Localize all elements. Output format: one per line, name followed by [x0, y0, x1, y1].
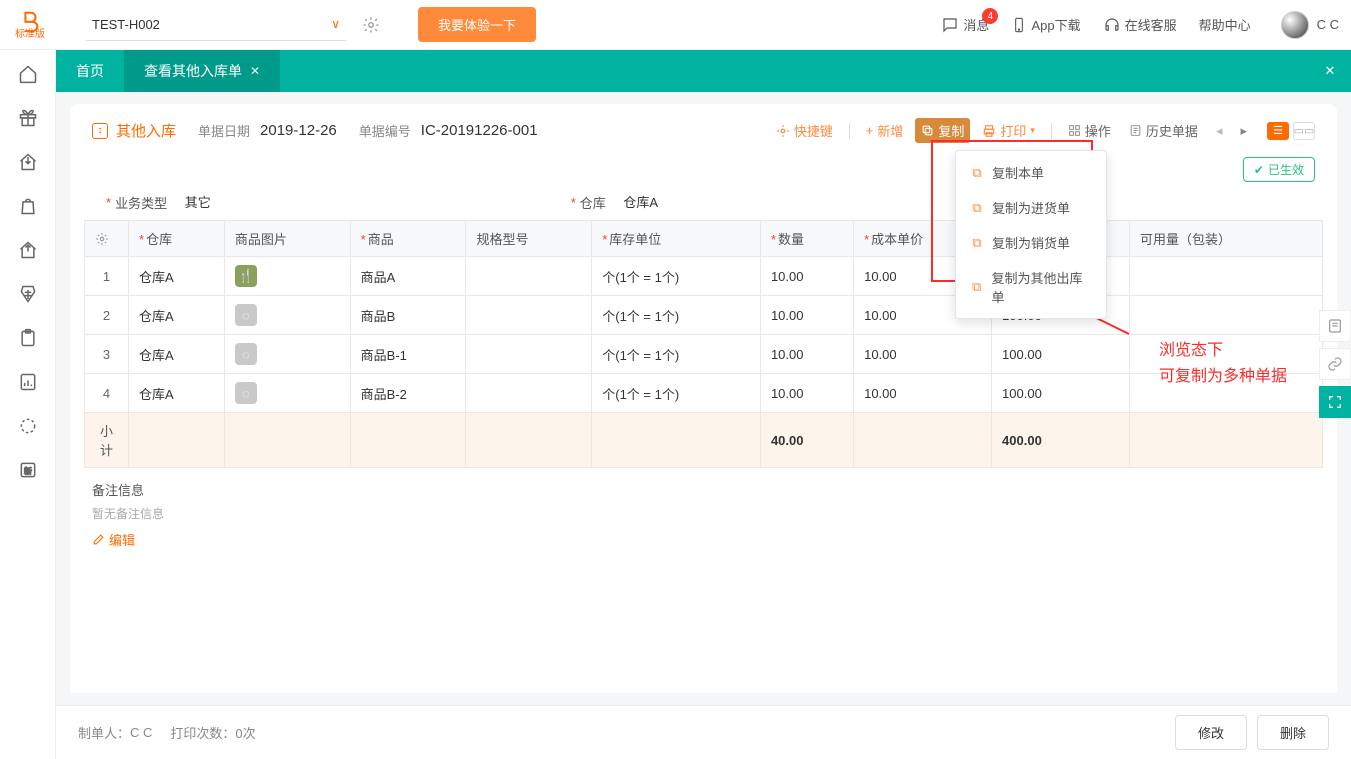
chevron-down-icon: ▾	[1030, 125, 1035, 136]
product-thumb: ◌	[235, 343, 257, 365]
logo: 标准版	[12, 7, 48, 43]
prev-button[interactable]: ◂	[1210, 120, 1229, 142]
col-qty: *数量	[760, 221, 853, 257]
subtotal-row: 小计 40.00 400.00	[85, 413, 1323, 468]
product-thumb: ◌	[235, 304, 257, 326]
add-button[interactable]: + 新增	[860, 118, 910, 143]
chat-icon	[941, 16, 959, 34]
col-spec: 规格型号	[466, 221, 592, 257]
col-warehouse: *仓库	[129, 221, 225, 257]
org-name: TEST-H002	[92, 17, 160, 32]
sidebar: 新	[0, 50, 56, 759]
tool-note-icon[interactable]	[1319, 310, 1351, 342]
dd-copy-this[interactable]: ⧉复制本单	[956, 155, 1106, 190]
bag-icon[interactable]	[18, 196, 38, 216]
copy-button[interactable]: 复制	[915, 118, 970, 143]
home-icon[interactable]	[18, 64, 38, 84]
delete-button[interactable]: 删除	[1257, 715, 1329, 750]
print-icon	[982, 124, 996, 138]
maker-name: C C	[130, 725, 152, 740]
messages-badge: 4	[982, 8, 998, 24]
table-row[interactable]: 2 仓库A ◌ 商品B 个(1个 = 1个) 10.00 10.00 100.0…	[85, 296, 1323, 335]
print-count: 0次	[235, 723, 255, 742]
tool-fullscreen-icon[interactable]	[1319, 386, 1351, 418]
dd-copy-purchase[interactable]: ⧉复制为进货单	[956, 190, 1106, 225]
check-icon: ✔	[1254, 163, 1264, 177]
org-selector[interactable]: TEST-H002 ∨	[86, 9, 346, 41]
svg-text:新: 新	[24, 465, 32, 475]
next-button[interactable]: ▸	[1234, 120, 1253, 142]
remarks-title: 备注信息	[92, 480, 1315, 499]
table-row[interactable]: 4 仓库A ◌ 商品B-2 个(1个 = 1个) 10.00 10.00 100…	[85, 374, 1323, 413]
edit-remarks-button[interactable]: 编辑	[92, 530, 135, 549]
doc-date: 单据日期 2019-12-26	[198, 121, 337, 140]
close-panel-icon[interactable]: ✕	[1309, 50, 1351, 92]
tool-link-icon[interactable]	[1319, 348, 1351, 380]
money-icon[interactable]	[18, 284, 38, 304]
messages-link[interactable]: 消息 4	[941, 15, 989, 34]
warehouse-field: *仓库 仓库A	[571, 192, 658, 212]
inbound-small-icon: ↕	[92, 123, 108, 139]
copy-icon: ⧉	[970, 166, 984, 180]
items-table: *仓库 商品图片 *商品 规格型号 *库存单位 *数量 *成本单价 *成本金额 …	[84, 220, 1323, 468]
copy-icon	[921, 124, 934, 137]
table-row[interactable]: 3 仓库A ◌ 商品B-1 个(1个 = 1个) 10.00 10.00 100…	[85, 335, 1323, 374]
col-avail: 可用量（包装）	[1129, 221, 1322, 257]
col-image: 商品图片	[224, 221, 350, 257]
dd-copy-sales[interactable]: ⧉复制为销货单	[956, 225, 1106, 260]
business-type: *业务类型 其它	[106, 192, 211, 212]
help-link[interactable]: 帮助中心	[1199, 15, 1251, 34]
phone-icon	[1011, 17, 1027, 33]
copy-dropdown: ⧉复制本单 ⧉复制为进货单 ⧉复制为销货单 ⧉复制为其他出库单	[955, 150, 1107, 319]
doc-icon: ⧉	[970, 280, 984, 294]
headset-icon	[1103, 16, 1121, 34]
view-card-toggle[interactable]: ▭▭	[1293, 122, 1315, 140]
print-button[interactable]: 打印 ▾	[976, 118, 1041, 143]
modify-button[interactable]: 修改	[1175, 715, 1247, 750]
service-link[interactable]: 在线客服	[1103, 15, 1177, 34]
view-list-toggle[interactable]: ☰	[1267, 122, 1289, 140]
tab-home[interactable]: 首页	[56, 50, 124, 92]
history-icon	[1129, 124, 1142, 137]
gift-icon[interactable]	[18, 108, 38, 128]
doc-icon: ⧉	[970, 201, 984, 215]
gear-small-icon	[776, 124, 790, 138]
history-button[interactable]: 历史单据	[1123, 118, 1204, 143]
dd-copy-other-out[interactable]: ⧉复制为其他出库单	[956, 260, 1106, 314]
try-button[interactable]: 我要体验一下	[418, 7, 536, 42]
print-count-label: 打印次数：	[170, 723, 235, 742]
gear-icon[interactable]	[362, 16, 380, 34]
doc-number: 单据编号 IC-20191226-001	[359, 121, 538, 140]
chevron-down-icon: ∨	[331, 17, 340, 31]
gear-column-icon[interactable]	[85, 221, 129, 257]
ops-button[interactable]: 操作	[1062, 118, 1117, 143]
annotation-text: 浏览态下 可复制为多种单据	[1159, 338, 1287, 389]
outbound-icon[interactable]	[18, 240, 38, 260]
product-thumb: ◌	[235, 382, 257, 404]
status-badge: ✔ 已生效	[1243, 157, 1315, 182]
tab-view-other-inbound[interactable]: 查看其他入库单 ✕	[124, 50, 280, 92]
plus-icon: +	[866, 123, 874, 138]
col-product: *商品	[350, 221, 466, 257]
download-link[interactable]: App下载	[1011, 15, 1080, 34]
report-icon[interactable]	[18, 372, 38, 392]
doc-icon: ⧉	[970, 236, 984, 250]
product-thumb: 🍴	[235, 265, 257, 287]
avatar	[1281, 11, 1309, 39]
page-title: ↕ 其他入库	[92, 120, 176, 141]
edit-icon	[92, 533, 105, 546]
close-tab-icon[interactable]: ✕	[250, 64, 260, 78]
col-unit: *库存单位	[592, 221, 761, 257]
clipboard-icon[interactable]	[18, 328, 38, 348]
maker-label: 制单人：	[78, 723, 130, 742]
user-menu[interactable]: C C	[1281, 11, 1339, 39]
grid-icon	[1068, 124, 1081, 137]
shortcut-link[interactable]: 快捷键	[770, 118, 839, 143]
table-row[interactable]: 1 仓库A 🍴 商品A 个(1个 = 1个) 10.00 10.00 100.0…	[85, 257, 1323, 296]
new-icon[interactable]: 新	[18, 460, 38, 480]
inbound-icon[interactable]	[18, 152, 38, 172]
cycle-icon[interactable]	[18, 416, 38, 436]
remarks-empty: 暂无备注信息	[92, 505, 1315, 522]
